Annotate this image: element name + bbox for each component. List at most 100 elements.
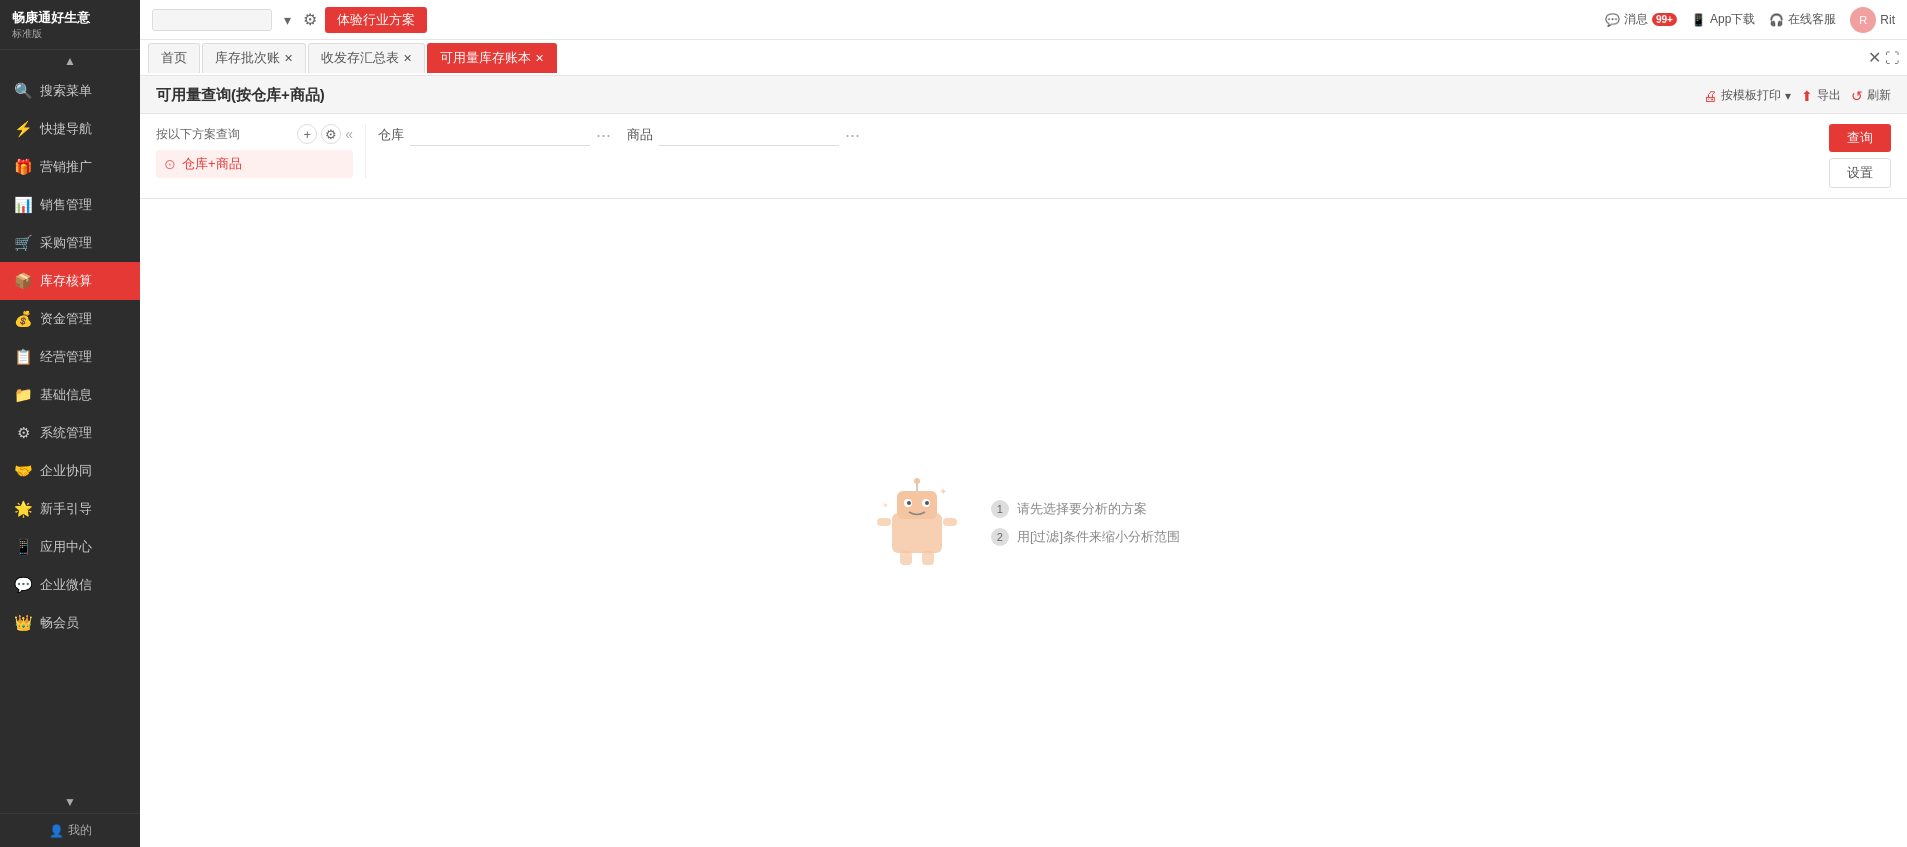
expand-tabs-btn[interactable]: ⛶ xyxy=(1885,50,1899,66)
tab-available-qty[interactable]: 可用量库存账本 ✕ xyxy=(427,43,557,73)
close-all-tabs-btn[interactable]: ✕ xyxy=(1868,48,1881,67)
inventory-label: 库存核算 xyxy=(40,272,92,290)
topbar-user[interactable]: R Rit xyxy=(1850,7,1895,33)
warehouse-goods-scheme-icon: ⊙ xyxy=(164,156,176,172)
quick-nav-label: 快捷导航 xyxy=(40,120,92,138)
scheme-items-container: ⊙ 仓库+商品 xyxy=(156,150,353,178)
query-actions: 查询 设置 xyxy=(1821,124,1891,188)
sidebar-item-inventory[interactable]: 📦 库存核算 xyxy=(0,262,140,300)
print-label: 按模板打印 xyxy=(1721,87,1781,104)
topbar-app-download[interactable]: 📱 App下载 xyxy=(1691,11,1755,28)
tip-num-2: 2 xyxy=(991,528,1009,546)
scheme-settings-btn[interactable]: ⚙ xyxy=(321,124,341,144)
wechat-icon: 💬 xyxy=(14,576,32,594)
tabs-right: ✕ ⛶ xyxy=(1868,48,1899,67)
finance-label: 资金管理 xyxy=(40,310,92,328)
sidebar-scroll-up[interactable]: ▲ xyxy=(0,50,140,72)
add-scheme-btn[interactable]: + xyxy=(297,124,317,144)
tab-label-home: 首页 xyxy=(161,49,187,67)
quick-nav-icon: ⚡ xyxy=(14,120,32,138)
sidebar-item-operations[interactable]: 📋 经营管理 xyxy=(0,338,140,376)
topbar-dropdown-btn[interactable]: ▾ xyxy=(280,12,295,28)
empty-tip-1: 1 请先选择要分析的方案 xyxy=(991,500,1180,518)
print-dropdown-icon: ▾ xyxy=(1785,89,1791,103)
svg-point-4 xyxy=(907,501,911,505)
topbar-industry-btn[interactable]: 体验行业方案 xyxy=(325,7,427,33)
svg-text:✦: ✦ xyxy=(882,501,889,510)
tab-batch-ledger[interactable]: 库存批次账 ✕ xyxy=(202,43,306,73)
export-btn[interactable]: ⬆ 导出 xyxy=(1801,87,1841,104)
collapse-panel-btn[interactable]: « xyxy=(345,126,353,142)
sidebar-item-system[interactable]: ⚙ 系统管理 xyxy=(0,414,140,452)
scheme-item-warehouse-goods[interactable]: ⊙ 仓库+商品 xyxy=(156,150,353,178)
search-icon: 🔍 xyxy=(14,82,32,100)
goods-input[interactable] xyxy=(659,124,839,146)
operations-label: 经营管理 xyxy=(40,348,92,366)
tab-recv-summary[interactable]: 收发存汇总表✕ xyxy=(308,43,425,73)
topbar-gear-btn[interactable]: ⚙ xyxy=(303,10,317,29)
refresh-btn[interactable]: ↺ 刷新 xyxy=(1851,87,1891,104)
topbar: ▾ ⚙ 体验行业方案 💬 消息 99+ 📱 App下载 🎧 在线客服 R Rit xyxy=(140,0,1907,40)
sidebar-item-purchase[interactable]: 🛒 采购管理 xyxy=(0,224,140,262)
goods-label: 商品 xyxy=(627,126,653,144)
empty-state: ✦ ✦ 1 请先选择要分析的方案 2 用[过滤]条件来缩小分析范围 xyxy=(140,199,1907,847)
close-tab-available-qty[interactable]: ✕ xyxy=(535,53,544,64)
scheme-label: 按以下方案查询 xyxy=(156,126,240,143)
sidebar-item-app-center[interactable]: 📱 应用中心 xyxy=(0,528,140,566)
message-badge: 99+ xyxy=(1652,13,1677,26)
export-icon: ⬆ xyxy=(1801,88,1813,104)
empty-tips: 1 请先选择要分析的方案 2 用[过滤]条件来缩小分析范围 xyxy=(991,500,1180,546)
user-avatar: R xyxy=(1850,7,1876,33)
purchase-label: 采购管理 xyxy=(40,234,92,252)
sidebar-item-quick-nav[interactable]: ⚡ 快捷导航 xyxy=(0,110,140,148)
warehouse-more-btn[interactable]: ··· xyxy=(596,125,611,146)
close-tab-batch-ledger[interactable]: ✕ xyxy=(284,53,293,64)
sidebar-item-guide[interactable]: 🌟 新手引导 xyxy=(0,490,140,528)
topbar-online-service[interactable]: 🎧 在线客服 xyxy=(1769,11,1836,28)
filter-fields: 仓库 ··· 商品 ··· xyxy=(378,124,1809,146)
topbar-search-input[interactable] xyxy=(152,9,272,31)
close-tab-recv-summary[interactable]: ✕ xyxy=(403,53,412,64)
message-label: 消息 xyxy=(1624,11,1648,28)
tip-2-text: 用[过滤]条件来缩小分析范围 xyxy=(1017,528,1180,546)
topbar-message[interactable]: 💬 消息 99+ xyxy=(1605,11,1677,28)
basic-info-label: 基础信息 xyxy=(40,386,92,404)
refresh-icon: ↺ xyxy=(1851,88,1863,104)
app-center-label: 应用中心 xyxy=(40,538,92,556)
sidebar-item-enterprise[interactable]: 🤝 企业协同 xyxy=(0,452,140,490)
tab-label-batch-ledger: 库存批次账 xyxy=(215,49,280,67)
refresh-label: 刷新 xyxy=(1867,87,1891,104)
query-scheme-section: 按以下方案查询 + ⚙ « ⊙ 仓库+商品 xyxy=(156,124,366,178)
sidebar-bottom[interactable]: 👤 我的 xyxy=(0,813,140,847)
system-icon: ⚙ xyxy=(14,424,32,442)
sidebar-item-member[interactable]: 👑 畅会员 xyxy=(0,604,140,642)
member-label: 畅会员 xyxy=(40,614,79,632)
sidebar-item-marketing[interactable]: 🎁 营销推广 xyxy=(0,148,140,186)
warehouse-input[interactable] xyxy=(410,124,590,146)
empty-illustration: ✦ ✦ xyxy=(867,473,967,573)
content-area: 可用量查询(按仓库+商品) 🖨 按模板打印 ▾ ⬆ 导出 ↺ 刷新 xyxy=(140,76,1907,847)
sidebar-item-basic-info[interactable]: 📁 基础信息 xyxy=(0,376,140,414)
tab-home[interactable]: 首页 xyxy=(148,43,200,73)
tabs-bar: 首页库存批次账✕收发存汇总表✕可用量库存账本✕ ✕ ⛶ xyxy=(140,40,1907,76)
app-icon: 📱 xyxy=(1691,13,1706,27)
sidebar-nav: 🔍 搜索菜单 ⚡ 快捷导航 🎁 营销推广 📊 销售管理 🛒 采购管理 📦 库存核… xyxy=(0,72,140,791)
query-btn[interactable]: 查询 xyxy=(1829,124,1891,152)
sidebar-bottom-icon: 👤 xyxy=(49,824,64,838)
sales-label: 销售管理 xyxy=(40,196,92,214)
svg-point-11 xyxy=(914,478,920,484)
goods-more-btn[interactable]: ··· xyxy=(845,125,860,146)
sidebar-scroll-down[interactable]: ▼ xyxy=(0,791,140,813)
operations-icon: 📋 xyxy=(14,348,32,366)
sidebar-item-search[interactable]: 🔍 搜索菜单 xyxy=(0,72,140,110)
search-label: 搜索菜单 xyxy=(40,82,92,100)
sidebar-item-sales[interactable]: 📊 销售管理 xyxy=(0,186,140,224)
sidebar-item-wechat[interactable]: 💬 企业微信 xyxy=(0,566,140,604)
svg-rect-6 xyxy=(877,518,891,526)
tip-num-1: 1 xyxy=(991,500,1009,518)
sidebar-item-finance[interactable]: 💰 资金管理 xyxy=(0,300,140,338)
page-title: 可用量查询(按仓库+商品) xyxy=(156,86,325,105)
print-template-btn[interactable]: 🖨 按模板打印 ▾ xyxy=(1703,87,1791,104)
settings-action-btn[interactable]: 设置 xyxy=(1829,158,1891,188)
tab-label-available-qty: 可用量库存账本 xyxy=(440,49,531,67)
